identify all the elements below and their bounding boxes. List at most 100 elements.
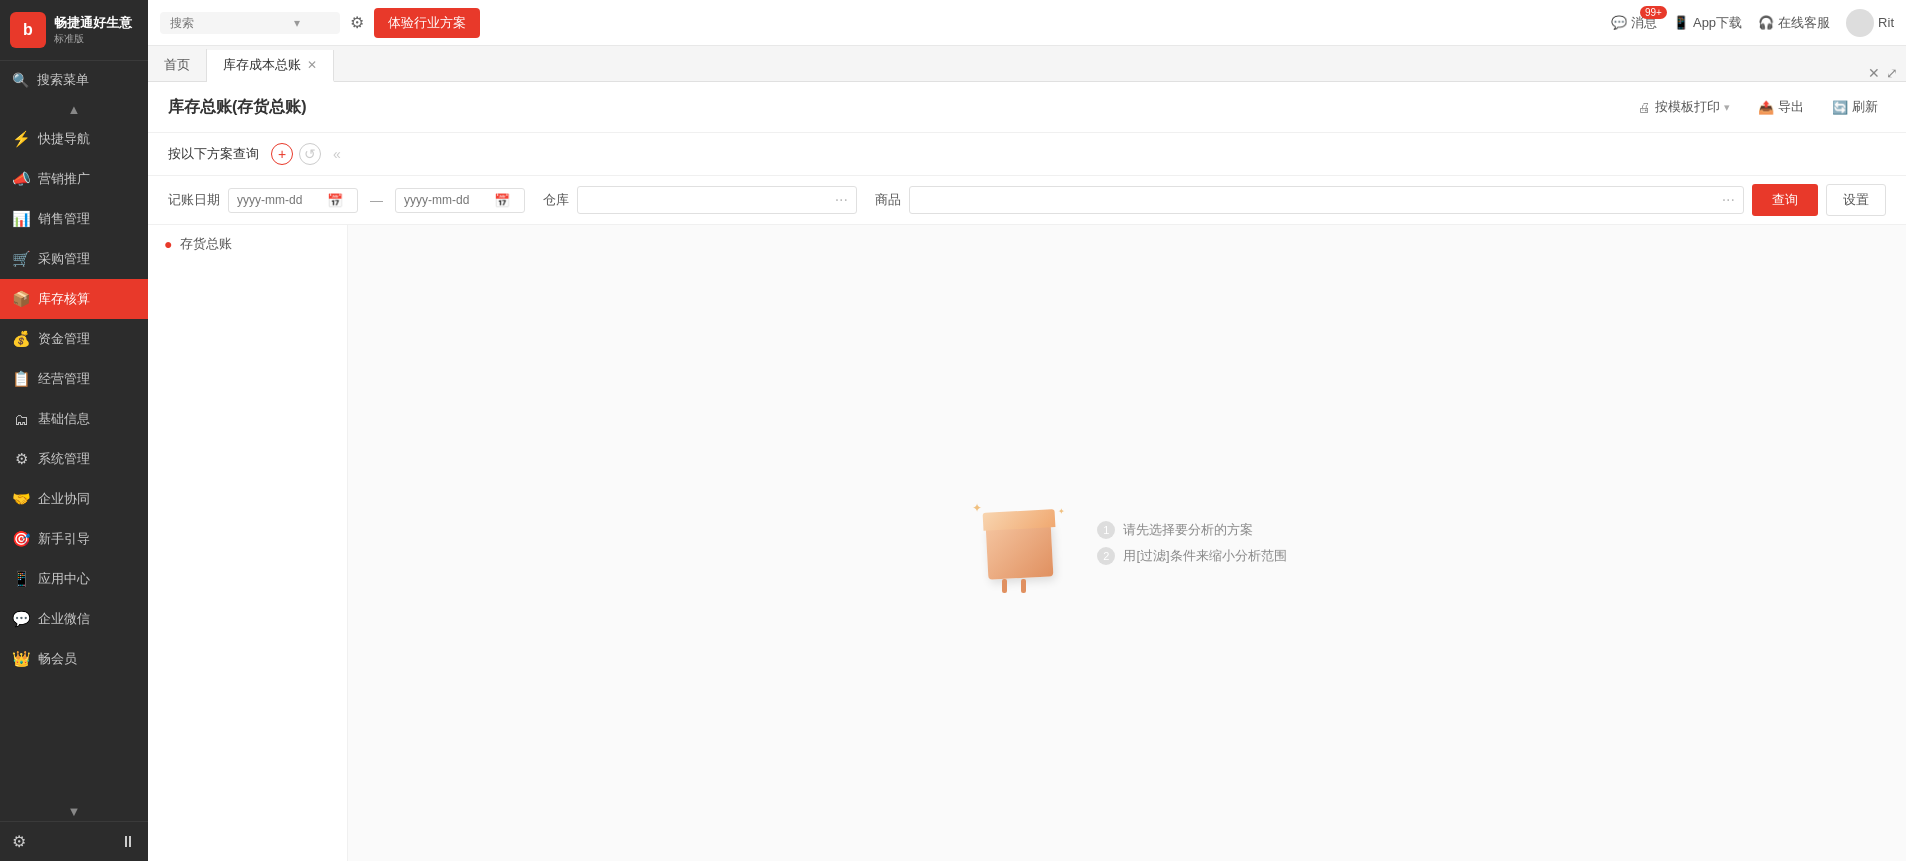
online-consult-item[interactable]: 🎧 在线客服 [1758, 14, 1830, 32]
date-separator: — [370, 193, 383, 208]
message-item[interactable]: 💬 消息 99+ [1611, 14, 1657, 32]
header-gear-icon[interactable]: ⚙ [350, 13, 364, 32]
right-area: ✦ ✦ 1 请先选择要分析的方案 2 用[过滤]条件来缩小分析范围 [348, 225, 1906, 861]
tab-close-panel-icon[interactable]: ✕ [1868, 65, 1880, 81]
appcenter-icon: 📱 [12, 570, 30, 588]
setting-button[interactable]: 设置 [1826, 184, 1886, 216]
wechat-icon: 💬 [12, 610, 30, 628]
inventory-icon: 📦 [12, 290, 30, 308]
scroll-up-button[interactable]: ▲ [0, 99, 148, 119]
box-leg-right [1021, 579, 1026, 593]
sidebar-item-newguide[interactable]: 🎯 新手引导 [0, 519, 148, 559]
date-to-field[interactable] [404, 193, 494, 207]
logo-text: 畅捷通好生意 标准版 [54, 14, 132, 46]
filter-row: 记账日期 📅 — 📅 仓库 ··· 商品 ··· [148, 176, 1906, 225]
header-search-area: ▾ ⚙ 体验行业方案 [160, 8, 1611, 38]
refresh-button[interactable]: 🔄 刷新 [1824, 94, 1886, 120]
sidebar-item-wechat[interactable]: 💬 企业微信 [0, 599, 148, 639]
warehouse-more-icon[interactable]: ··· [835, 191, 848, 209]
filter-bar: 按以下方案查询 + ↺ « [148, 133, 1906, 176]
page-title: 库存总账(存货总账) [168, 97, 1630, 118]
filter-reset-button[interactable]: ↺ [299, 143, 321, 165]
page-header: 库存总账(存货总账) 🖨 按模板打印 ▾ 📤 导出 🔄 刷新 [148, 82, 1906, 133]
newguide-icon: 🎯 [12, 530, 30, 548]
filter-add-button[interactable]: + [271, 143, 293, 165]
settings-icon[interactable]: ⚙ [12, 832, 26, 851]
sidebar-item-sales[interactable]: 📊 销售管理 [0, 199, 148, 239]
product-select[interactable]: ··· [909, 186, 1744, 214]
phone-icon: 📱 [1673, 15, 1689, 30]
collapse-sidebar-icon[interactable]: ⏸ [120, 833, 136, 851]
trial-button[interactable]: 体验行业方案 [374, 8, 480, 38]
date-from-field[interactable] [237, 193, 327, 207]
export-button[interactable]: 📤 导出 [1750, 94, 1812, 120]
enterprise-icon: 🤝 [12, 490, 30, 508]
page-content: 库存总账(存货总账) 🖨 按模板打印 ▾ 📤 导出 🔄 刷新 按以下方案查 [148, 82, 1906, 861]
page-header-actions: 🖨 按模板打印 ▾ 📤 导出 🔄 刷新 [1630, 94, 1886, 120]
date-from-input[interactable]: 📅 [228, 188, 358, 213]
date-to-input[interactable]: 📅 [395, 188, 525, 213]
app-download-item[interactable]: 📱 App下载 [1673, 14, 1742, 32]
sidebar-item-basic[interactable]: 🗂 基础信息 [0, 399, 148, 439]
content-area: ● 存货总账 [148, 225, 1906, 861]
logo-icon: b [10, 12, 46, 48]
filter-actions: 查询 设置 [1752, 184, 1886, 216]
scroll-down-button[interactable]: ▼ [0, 801, 148, 821]
user-area[interactable]: Rit [1846, 9, 1894, 37]
sidebar-item-purchase[interactable]: 🛒 采购管理 [0, 239, 148, 279]
box-lid [983, 509, 1056, 531]
tab-close-icon[interactable]: ✕ [307, 58, 317, 72]
calendar-to-icon[interactable]: 📅 [494, 193, 510, 208]
finance-icon: 💰 [12, 330, 30, 348]
empty-state-text: 1 请先选择要分析的方案 2 用[过滤]条件来缩小分析范围 [1097, 521, 1286, 565]
chevron-down-icon[interactable]: ▾ [294, 16, 300, 30]
member-icon: 👑 [12, 650, 30, 668]
top-header: ▾ ⚙ 体验行业方案 💬 消息 99+ 📱 App下载 🎧 在线客服 Rit [148, 0, 1906, 46]
message-icon: 💬 [1611, 15, 1627, 30]
tab-expand-icon[interactable]: ⤢ [1886, 65, 1898, 81]
sidebar-item-marketing[interactable]: 📣 营销推广 [0, 159, 148, 199]
search-menu-item[interactable]: 🔍 搜索菜单 [0, 61, 148, 99]
calendar-from-icon[interactable]: 📅 [327, 193, 343, 208]
filter-collapse-icon[interactable]: « [333, 146, 341, 162]
tabs-bar: 首页 库存成本总账 ✕ ✕ ⤢ [148, 46, 1906, 82]
hint-1-num: 1 [1097, 521, 1115, 539]
sidebar-item-operation[interactable]: 📋 经营管理 [0, 359, 148, 399]
print-template-button[interactable]: 🖨 按模板打印 ▾ [1630, 94, 1738, 120]
message-badge: 99+ [1640, 6, 1667, 19]
sidebar-item-quick-nav[interactable]: ⚡ 快捷导航 [0, 119, 148, 159]
header-search-input[interactable] [170, 16, 290, 30]
sidebar-item-enterprise[interactable]: 🤝 企业协同 [0, 479, 148, 519]
box-leg-left [1002, 579, 1007, 593]
export-icon: 📤 [1758, 100, 1774, 115]
search-icon: 🔍 [12, 72, 29, 88]
warehouse-select[interactable]: ··· [577, 186, 857, 214]
header-right: 💬 消息 99+ 📱 App下载 🎧 在线客服 Rit [1611, 9, 1894, 37]
sidebar-item-finance[interactable]: 💰 资金管理 [0, 319, 148, 359]
sidebar-nav: ⚡ 快捷导航 📣 营销推广 📊 销售管理 🛒 采购管理 📦 库存核算 💰 资金管… [0, 119, 148, 801]
basic-icon: 🗂 [12, 411, 30, 428]
sidebar-item-system[interactable]: ⚙ 系统管理 [0, 439, 148, 479]
sidebar-item-member[interactable]: 👑 畅会员 [0, 639, 148, 679]
system-icon: ⚙ [12, 450, 30, 468]
hint-2: 2 用[过滤]条件来缩小分析范围 [1097, 547, 1286, 565]
warehouse-label: 仓库 [543, 191, 569, 209]
user-avatar [1846, 9, 1874, 37]
sidebar-item-inventory[interactable]: 📦 库存核算 [0, 279, 148, 319]
header-search-box[interactable]: ▾ [160, 12, 340, 34]
user-name: Rit [1878, 15, 1894, 30]
date-field-label: 记账日期 [168, 191, 220, 209]
hint-2-num: 2 [1097, 547, 1115, 565]
tab-home[interactable]: 首页 [148, 49, 207, 81]
box-legs [1002, 579, 1026, 593]
operation-icon: 📋 [12, 370, 30, 388]
empty-illustration: ✦ ✦ [967, 493, 1067, 593]
sidebar-item-appcenter[interactable]: 📱 应用中心 [0, 559, 148, 599]
filter-label: 按以下方案查询 [168, 145, 259, 163]
main-area: ▾ ⚙ 体验行业方案 💬 消息 99+ 📱 App下载 🎧 在线客服 Rit [148, 0, 1906, 861]
left-panel-item-inventory[interactable]: ● 存货总账 [148, 225, 347, 263]
query-button[interactable]: 查询 [1752, 184, 1818, 216]
tab-inventory-cost[interactable]: 库存成本总账 ✕ [207, 50, 334, 82]
product-more-icon[interactable]: ··· [1722, 191, 1735, 209]
sales-icon: 📊 [12, 210, 30, 228]
